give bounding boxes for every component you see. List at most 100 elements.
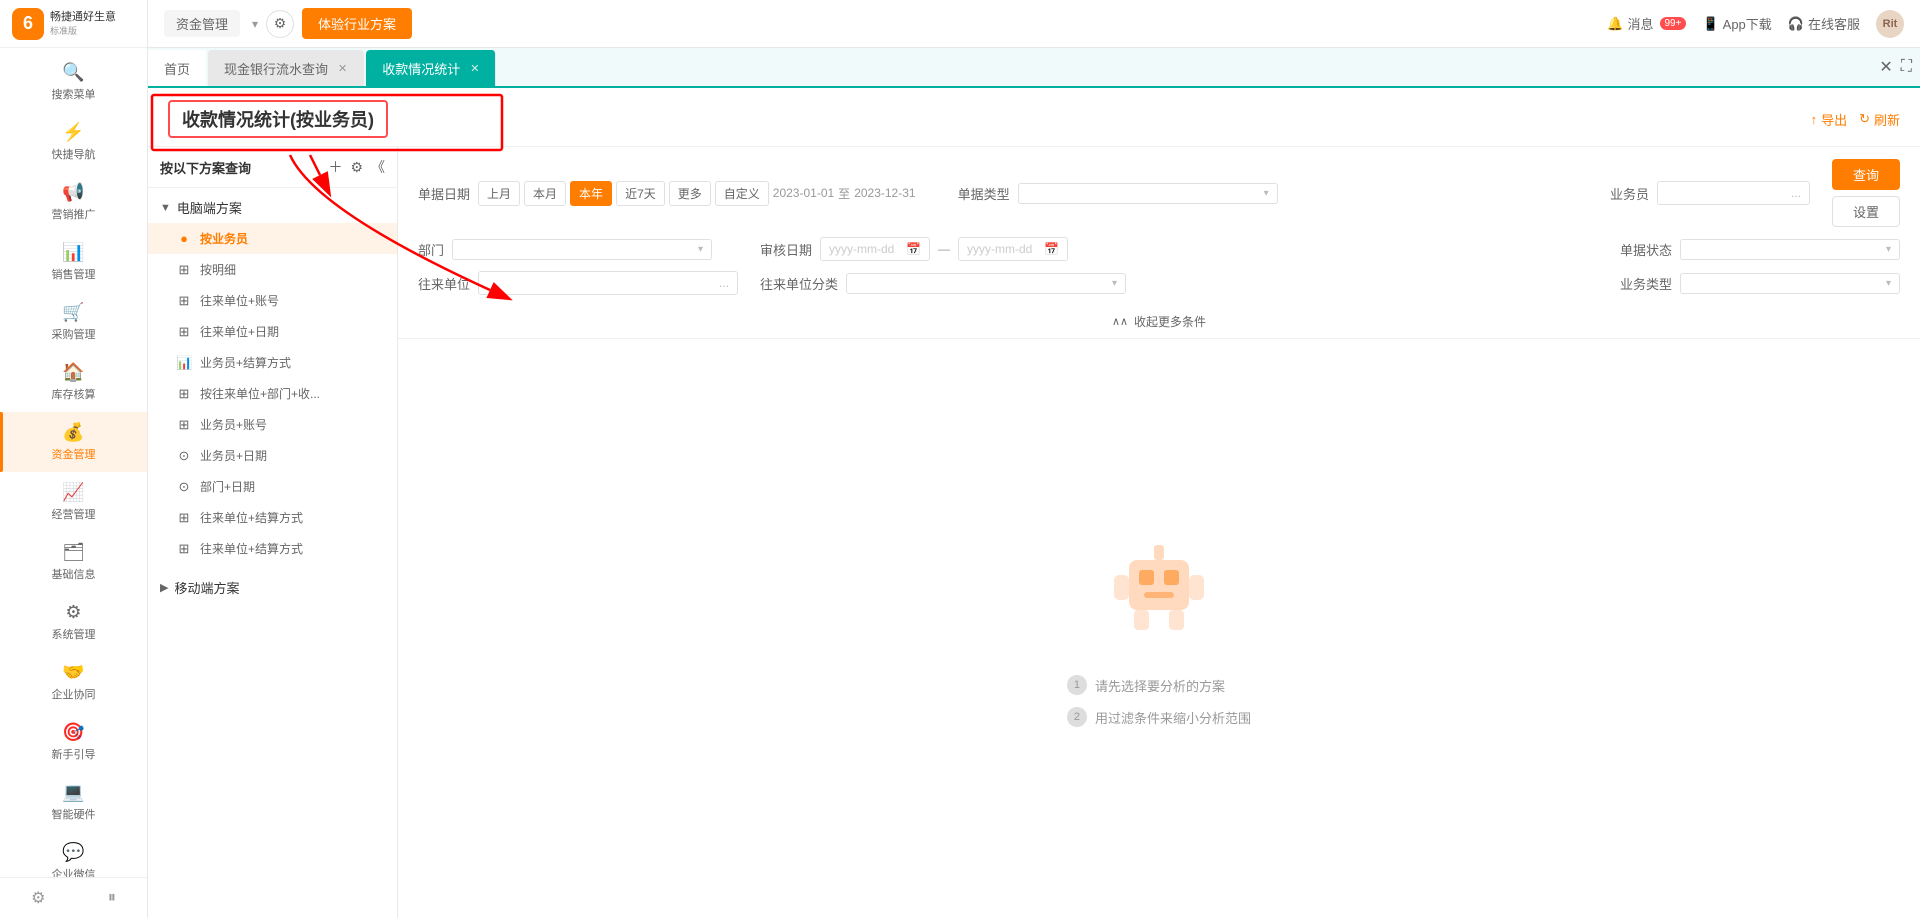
date-this-year-btn[interactable]: 本年 — [570, 181, 612, 206]
sidebar-item-label: 营销推广 — [52, 206, 96, 222]
tab-bank-flow[interactable]: 现金银行流水查询 ✕ — [208, 50, 364, 86]
sidebar-item-operation[interactable]: 📈 经营管理 — [0, 472, 147, 532]
date-prev-month-btn[interactable]: 上月 — [478, 181, 520, 206]
collapse-panel-icon[interactable]: 《 — [371, 157, 385, 177]
scheme-item-label: 按明细 — [200, 261, 236, 278]
user-avatar[interactable]: Rit — [1876, 10, 1904, 38]
bank-flow-tab-close-icon[interactable]: ✕ — [338, 62, 347, 75]
export-label: 导出 — [1821, 110, 1847, 129]
refresh-button[interactable]: ↻ 刷新 — [1859, 110, 1900, 129]
sidebar-item-label: 企业微信 — [52, 866, 96, 877]
tab-collection-stats[interactable]: 收款情况统计 ✕ — [366, 50, 496, 86]
voucher-status-select[interactable]: ▾ — [1680, 239, 1900, 260]
sidebar-item-label: 经营管理 — [52, 506, 96, 522]
panel-header: 按以下方案查询 ＋ ⚙ 《 — [148, 147, 397, 188]
scheme-item-unit-date[interactable]: ⊞ 往来单位+日期 — [148, 316, 397, 347]
tab-close-all-icon[interactable]: ✕ — [1879, 57, 1892, 77]
notification-button[interactable]: 🔔 消息 99+ — [1607, 14, 1686, 33]
date-custom-btn[interactable]: 自定义 — [715, 181, 769, 206]
sidebar-logo: 6 畅捷通好生意 标准版 — [0, 0, 147, 48]
review-date-to-text: yyyy-mm-dd — [967, 242, 1032, 256]
collapse-bar[interactable]: ∧∧ 收起更多条件 — [398, 305, 1920, 339]
app-download-label: App下载 — [1723, 14, 1772, 33]
unit-settlement2-icon: ⊞ — [176, 541, 192, 557]
scheme-item-label: 业务员+结算方式 — [200, 354, 291, 371]
notification-label: 消息 — [1627, 14, 1653, 33]
scheme-item-unit-account[interactable]: ⊞ 往来单位+账号 — [148, 285, 397, 316]
partner-dots[interactable]: ... — [719, 276, 729, 290]
online-service-button[interactable]: 🎧 在线客服 — [1788, 14, 1860, 33]
collection-stats-tab-close-icon[interactable]: ✕ — [470, 62, 479, 75]
sidebar-item-purchase[interactable]: 🛒 采购管理 — [0, 292, 147, 352]
scheme-item-unit-settlement2[interactable]: ⊞ 往来单位+结算方式 — [148, 533, 397, 564]
export-button[interactable]: ↑ 导出 — [1811, 110, 1848, 129]
sidebar-item-enterprise[interactable]: 🤝 企业协同 — [0, 652, 147, 712]
empty-tip-2: 2 用过滤条件来缩小分析范围 — [1067, 707, 1251, 727]
sidebar-item-finance[interactable]: 💰 资金管理 — [0, 412, 147, 472]
collapse-icon[interactable]: ⏸ — [108, 889, 116, 907]
app-download-button[interactable]: 📱 App下载 — [1702, 14, 1771, 33]
unit-date-scheme-icon: ⊞ — [176, 324, 192, 340]
basic-info-icon: 🗂 — [62, 542, 85, 563]
scheme-settings-icon[interactable]: ⚙ — [350, 159, 363, 176]
review-date-from-input[interactable]: yyyy-mm-dd 📅 — [820, 237, 930, 261]
collapse-chevron-icon: ∧∧ — [1112, 315, 1128, 328]
business-type-select[interactable]: ▾ — [1680, 273, 1900, 294]
settings-button[interactable]: 设置 — [1832, 196, 1900, 227]
tip-num-1: 1 — [1067, 675, 1087, 695]
trial-industry-button[interactable]: 体验行业方案 — [302, 8, 412, 39]
page-content: 收款情况统计(按业务员) ↑ 导出 ↻ 刷新 按以下方案查询 — [148, 88, 1920, 918]
scheme-item-by-detail[interactable]: ⊞ 按明细 — [148, 254, 397, 285]
date-more-btn[interactable]: 更多 — [669, 181, 711, 206]
sidebar-item-inventory[interactable]: 🏠 库存核算 — [0, 352, 147, 412]
mobile-group-header[interactable]: ▶ 移动端方案 — [148, 572, 397, 603]
scheme-item-salesperson-date[interactable]: ⊙ 业务员+日期 — [148, 440, 397, 471]
voucher-type-label: 单据类型 — [958, 184, 1010, 203]
partner-category-select[interactable]: ▾ — [846, 273, 1126, 294]
scheme-item-by-salesperson[interactable]: ● 按业务员 — [148, 223, 397, 254]
sidebar-item-basic-info[interactable]: 🗂 基础信息 — [0, 532, 147, 592]
scheme-item-dept-date[interactable]: ⊙ 部门+日期 — [148, 471, 397, 502]
panel-header-title: 按以下方案查询 — [160, 158, 251, 177]
dept-label: 部门 — [418, 240, 444, 259]
logo-brand: 畅捷通好生意 — [50, 10, 116, 24]
review-date-to-input[interactable]: yyyy-mm-dd 📅 — [958, 237, 1068, 261]
sidebar-item-hardware[interactable]: 💻 智能硬件 — [0, 772, 147, 832]
scheme-item-unit-settlement1[interactable]: ⊞ 往来单位+结算方式 — [148, 502, 397, 533]
voucher-type-select[interactable]: ▾ — [1018, 183, 1278, 204]
partner-select[interactable]: ... — [478, 271, 738, 295]
scheme-item-salesperson-settlement[interactable]: 📊 业务员+结算方式 — [148, 347, 397, 378]
sidebar-item-sales[interactable]: 📊 销售管理 — [0, 232, 147, 292]
desktop-group-header[interactable]: ▼ 电脑端方案 — [148, 192, 397, 223]
sidebar-item-quick-nav[interactable]: ⚡ 快捷导航 — [0, 112, 147, 172]
query-button[interactable]: 查询 — [1832, 159, 1900, 190]
add-scheme-icon[interactable]: ＋ — [328, 157, 342, 177]
settings-gear-button[interactable]: ⚙ — [266, 10, 294, 38]
enterprise-icon: 🤝 — [62, 662, 84, 683]
sidebar-nav: 🔍 搜索菜单 ⚡ 快捷导航 📢 营销推广 📊 销售管理 🛒 采购管理 🏠 库存核… — [0, 48, 147, 877]
date-this-month-btn[interactable]: 本月 — [524, 181, 566, 206]
partner-category-label: 往来单位分类 — [760, 274, 838, 293]
salesperson-select[interactable]: ... — [1657, 181, 1810, 205]
salesperson-dots[interactable]: ... — [1791, 186, 1801, 200]
scheme-item-salesperson-account[interactable]: ⊞ 业务员+账号 — [148, 409, 397, 440]
scheme-item-label: 往来单位+账号 — [200, 292, 279, 309]
logo-icon: 6 — [12, 8, 44, 40]
scheme-item-unit-dept-collection[interactable]: ⊞ 按往来单位+部门+收... — [148, 378, 397, 409]
sidebar-item-guide[interactable]: 🎯 新手引导 — [0, 712, 147, 772]
date-last7-btn[interactable]: 近7天 — [616, 181, 665, 206]
sidebar-item-search-menu[interactable]: 🔍 搜索菜单 — [0, 52, 147, 112]
breadcrumb-dropdown-icon[interactable]: ▾ — [252, 17, 258, 31]
sidebar-item-marketing[interactable]: 📢 营销推广 — [0, 172, 147, 232]
calendar-icon: 📅 — [906, 242, 921, 256]
sidebar-item-wechat[interactable]: 💬 企业微信 — [0, 832, 147, 877]
empty-tip-2-text: 用过滤条件来缩小分析范围 — [1095, 708, 1251, 727]
tab-home[interactable]: 首页 — [148, 50, 206, 86]
tab-maximize-icon[interactable]: ⛶ — [1901, 58, 1912, 76]
date-dash: — — [938, 242, 950, 256]
sidebar-item-system[interactable]: ⚙ 系统管理 — [0, 592, 147, 652]
sidebar-item-label: 企业协同 — [52, 686, 96, 702]
dept-select[interactable]: ▾ — [452, 239, 712, 260]
settings-bottom-icon[interactable]: ⚙ — [31, 888, 45, 908]
tip-num-2: 2 — [1067, 707, 1087, 727]
